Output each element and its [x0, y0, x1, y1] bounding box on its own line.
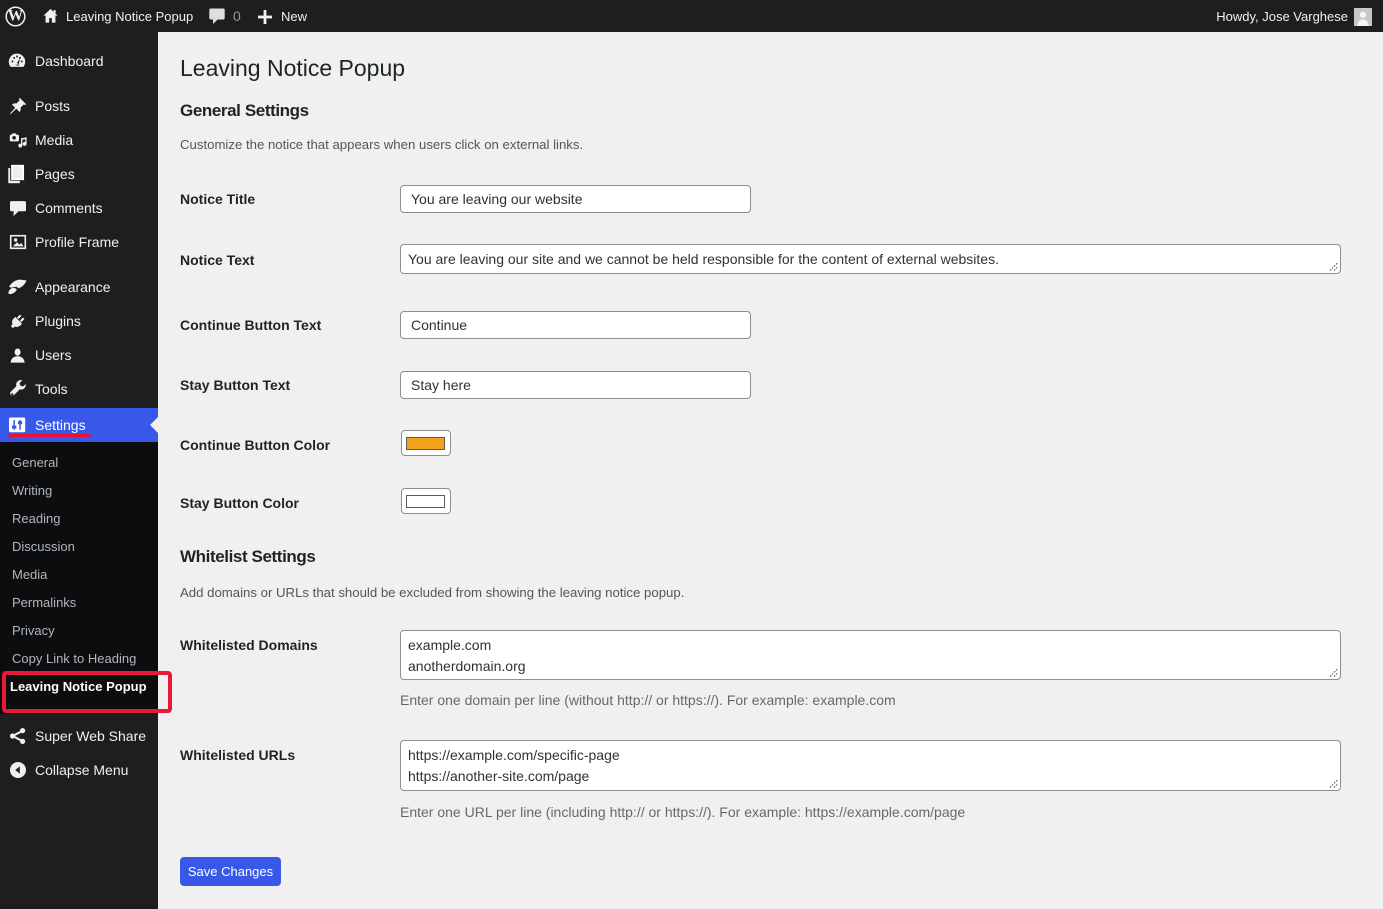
svg-text:W: W: [8, 8, 24, 25]
